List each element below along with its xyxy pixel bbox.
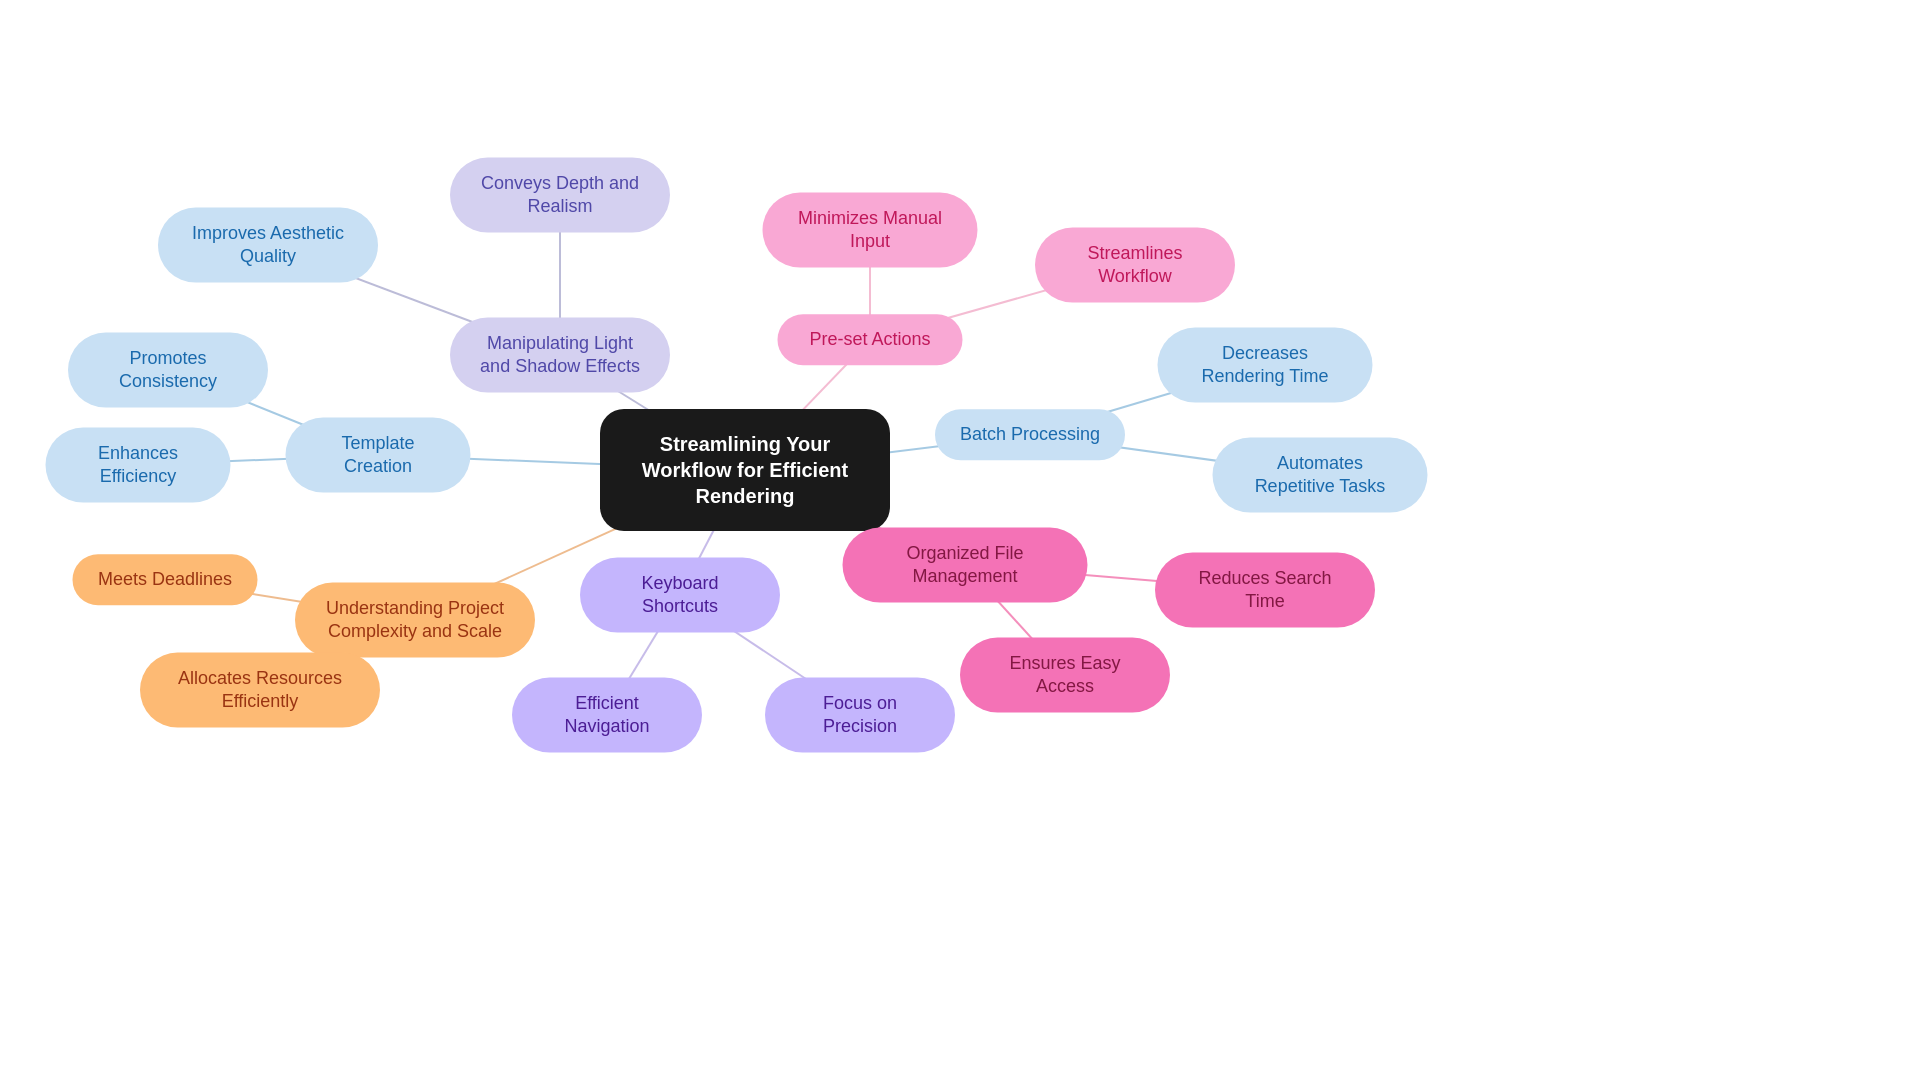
node-decreases-rendering[interactable]: Decreases Rendering Time — [1158, 328, 1373, 403]
node-focus-precision[interactable]: Focus on Precision — [765, 678, 955, 753]
mind-map: Streamlining Your Workflow for Efficient… — [0, 0, 1920, 1083]
node-minimizes-manual[interactable]: Minimizes Manual Input — [763, 193, 978, 268]
node-enhances-efficiency[interactable]: Enhances Efficiency — [46, 428, 231, 503]
node-conveys-depth[interactable]: Conveys Depth and Realism — [450, 158, 670, 233]
center-node[interactable]: Streamlining Your Workflow for Efficient… — [600, 409, 890, 531]
node-template-creation[interactable]: Template Creation — [286, 418, 471, 493]
node-reduces-search[interactable]: Reduces Search Time — [1155, 553, 1375, 628]
node-improves-aesthetic[interactable]: Improves Aesthetic Quality — [158, 208, 378, 283]
node-ensures-easy[interactable]: Ensures Easy Access — [960, 638, 1170, 713]
node-organized-file[interactable]: Organized File Management — [843, 528, 1088, 603]
node-automates-repetitive[interactable]: Automates Repetitive Tasks — [1213, 438, 1428, 513]
node-manipulating-light[interactable]: Manipulating Light and Shadow Effects — [450, 318, 670, 393]
node-understanding-project[interactable]: Understanding Project Complexity and Sca… — [295, 583, 535, 658]
node-preset-actions[interactable]: Pre-set Actions — [778, 314, 963, 365]
node-promotes-consistency[interactable]: Promotes Consistency — [68, 333, 268, 408]
node-efficient-navigation[interactable]: Efficient Navigation — [512, 678, 702, 753]
node-allocates-resources[interactable]: Allocates Resources Efficiently — [140, 653, 380, 728]
node-meets-deadlines[interactable]: Meets Deadlines — [73, 554, 258, 605]
node-keyboard-shortcuts[interactable]: Keyboard Shortcuts — [580, 558, 780, 633]
node-batch-processing[interactable]: Batch Processing — [935, 409, 1125, 460]
node-streamlines-workflow[interactable]: Streamlines Workflow — [1035, 228, 1235, 303]
